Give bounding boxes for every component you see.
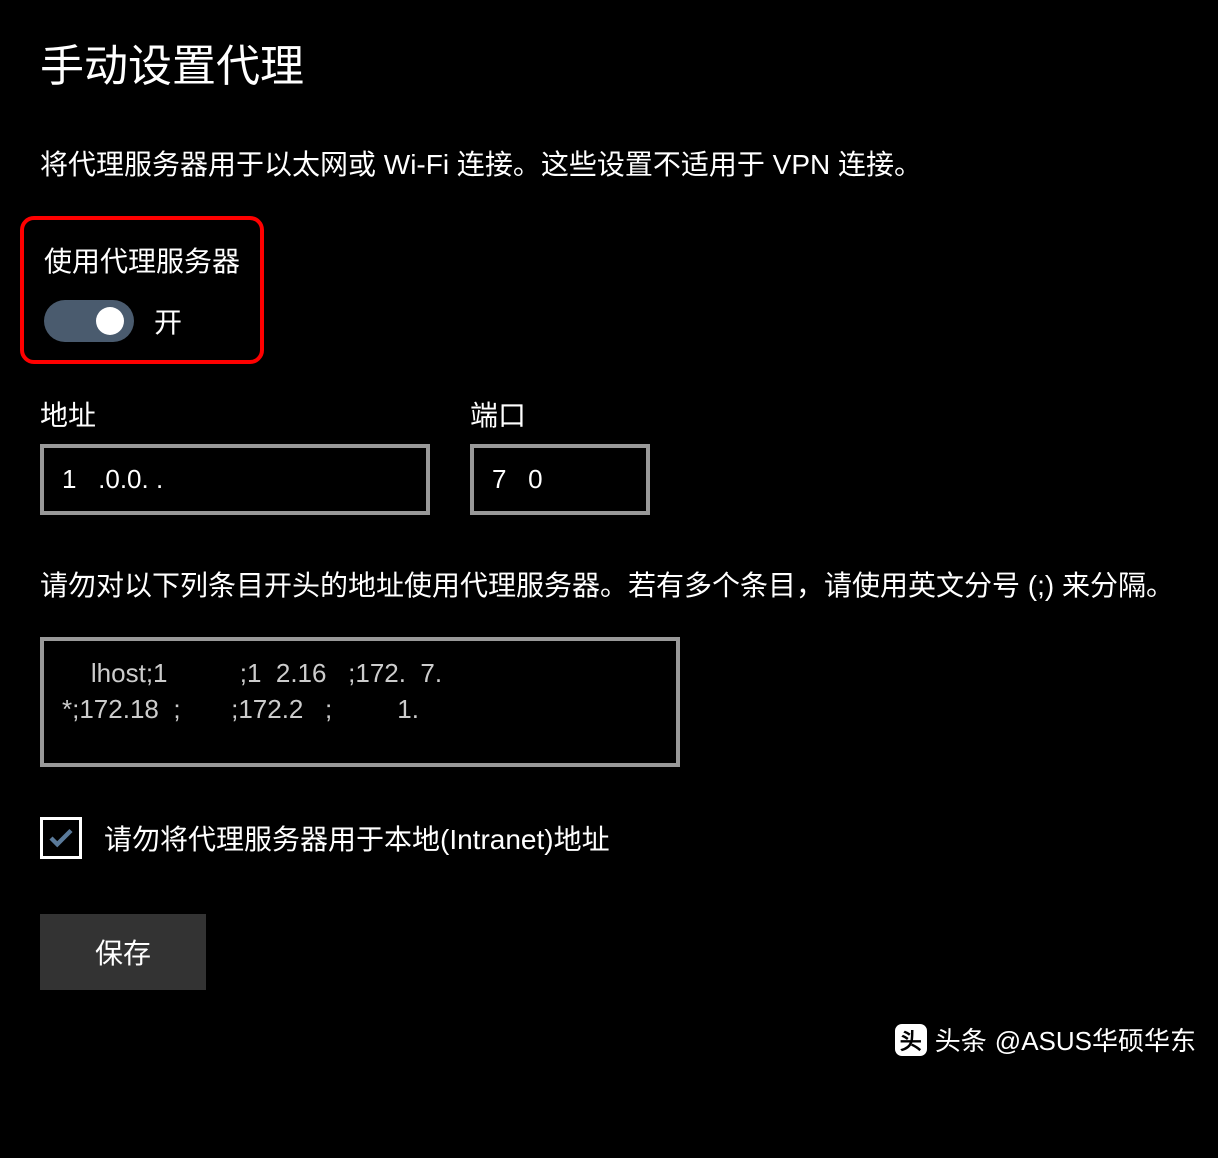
watermark-prefix: 头条	[935, 1021, 987, 1058]
proxy-toggle-state: 开	[154, 301, 182, 341]
watermark-handle: @ASUS华硕华东	[995, 1021, 1196, 1058]
port-input[interactable]	[470, 444, 650, 515]
checkmark-icon	[46, 823, 76, 853]
address-label: 地址	[40, 394, 430, 434]
proxy-toggle-highlight: 使用代理服务器 开	[20, 216, 264, 364]
address-input[interactable]	[40, 444, 430, 515]
watermark: 头 头条 @ASUS华硕华东	[895, 1021, 1196, 1058]
section-title: 手动设置代理	[40, 30, 1178, 94]
bypass-local-checkbox[interactable]	[40, 817, 82, 859]
bypass-local-label: 请勿将代理服务器用于本地(Intranet)地址	[104, 818, 610, 858]
exceptions-textarea[interactable]: lhost;1 ;1 2.16 ;172. 7. *;172.18 ; ;172…	[40, 637, 680, 767]
proxy-toggle-switch[interactable]	[44, 300, 134, 342]
save-button[interactable]: 保存	[40, 914, 206, 990]
toggle-knob	[96, 307, 124, 335]
proxy-toggle-label: 使用代理服务器	[44, 240, 240, 280]
watermark-icon: 头	[895, 1024, 927, 1056]
port-label: 端口	[470, 394, 650, 434]
section-description: 将代理服务器用于以太网或 Wi-Fi 连接。这些设置不适用于 VPN 连接。	[40, 144, 1178, 186]
exceptions-description: 请勿对以下列条目开头的地址使用代理服务器。若有多个条目，请使用英文分号 (;) …	[40, 565, 1178, 607]
